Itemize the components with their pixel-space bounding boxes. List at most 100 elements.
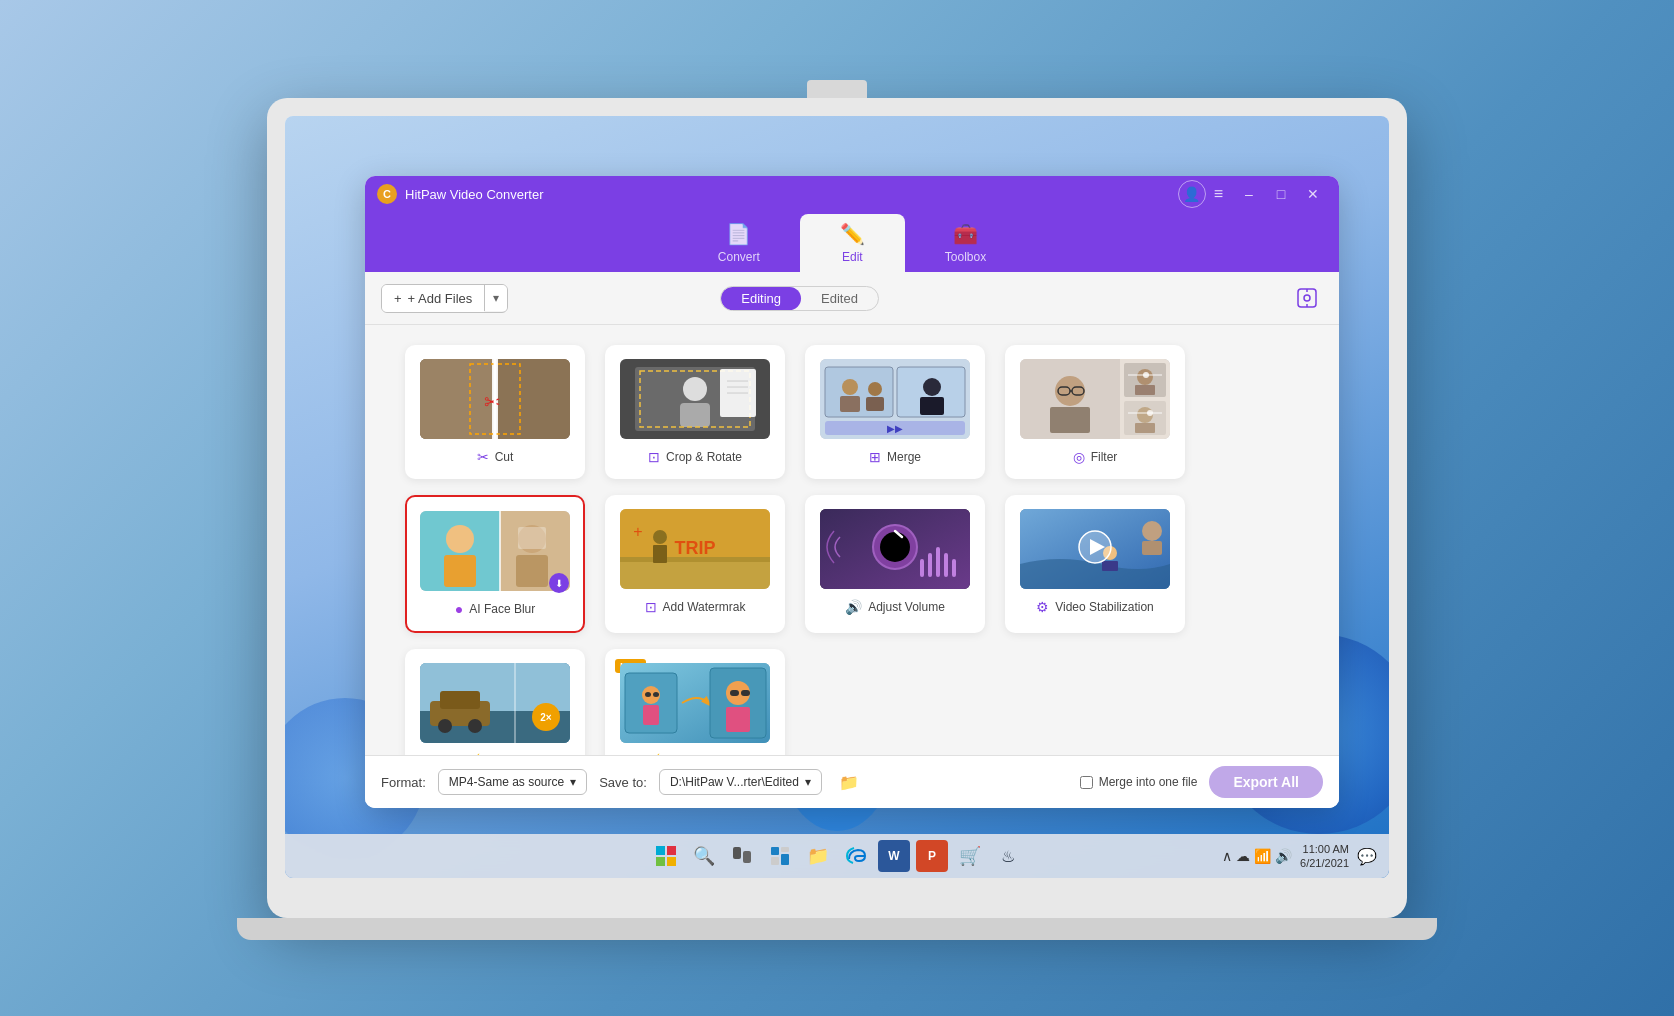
svg-rect-21 (680, 403, 710, 427)
svg-point-10 (1304, 295, 1310, 301)
speed-thumbnail: 2× (420, 663, 570, 743)
add-files-main: + + Add Files (382, 285, 484, 312)
svg-rect-103 (653, 692, 659, 697)
cut-thumbnail: ✂ (420, 359, 570, 439)
svg-point-67 (653, 530, 667, 544)
filter-thumbnail (1020, 359, 1170, 439)
store-button[interactable]: 🛒 (954, 840, 986, 872)
taskbar: 🔍 � (285, 834, 1389, 878)
tool-watermark[interactable]: TRIP + ⊡ Add Watermrak (605, 495, 785, 633)
tab-convert[interactable]: 📄 Convert (678, 214, 800, 272)
menu-icon[interactable]: ≡ (1214, 185, 1223, 203)
edge-button[interactable] (840, 840, 872, 872)
export-all-button[interactable]: Export All (1209, 766, 1323, 798)
merge-checkbox-label[interactable]: Merge into one file (1080, 775, 1198, 789)
folder-browse-button[interactable]: 📁 (834, 767, 864, 797)
tool-cut[interactable]: ✂ ✂ Cut (405, 345, 585, 479)
svg-rect-101 (643, 705, 659, 725)
notification-icon[interactable]: 💬 (1357, 847, 1377, 866)
add-files-label: + Add Files (408, 291, 473, 306)
filter-text: Filter (1091, 450, 1118, 464)
svg-point-87 (1142, 521, 1162, 541)
merge-icon: ⊞ (869, 449, 881, 465)
tool-crop[interactable]: ⊡ Crop & Rotate (605, 345, 785, 479)
powerpoint-button[interactable]: P (916, 840, 948, 872)
nav-tabs: 📄 Convert ✏️ Edit 🧰 Toolbox (365, 212, 1339, 272)
tool-filter[interactable]: ◎ Filter (1005, 345, 1185, 479)
svg-rect-64 (620, 559, 770, 589)
file-explorer-button[interactable]: 📁 (802, 840, 834, 872)
svg-rect-118 (771, 857, 779, 865)
speed-text: Speed (489, 754, 524, 755)
close-button[interactable]: ✕ (1299, 180, 1327, 208)
watermark-label: ⊡ Add Watermrak (645, 599, 746, 615)
svg-rect-119 (781, 854, 789, 865)
svg-rect-114 (733, 847, 741, 859)
svg-rect-84 (1102, 561, 1118, 571)
tray-cloud[interactable]: ☁ (1236, 848, 1250, 864)
word-button[interactable]: W (878, 840, 910, 872)
merge-text: Merge (887, 450, 921, 464)
editing-toggle: Editing Edited (720, 286, 879, 311)
tool-volume[interactable]: 🔊 Adjust Volume (805, 495, 985, 633)
svg-rect-108 (730, 690, 739, 696)
edit-label: Edit (842, 250, 863, 264)
laptop-frame: C HitPaw Video Converter 👤 ≡ – □ ✕ 📄 (267, 98, 1407, 918)
tool-speed[interactable]: 2× ⚡ Speed (405, 649, 585, 755)
svg-rect-50 (1135, 423, 1155, 433)
svg-rect-47 (1135, 385, 1155, 395)
tray-wifi[interactable]: 📶 (1254, 848, 1271, 864)
svg-rect-107 (726, 707, 750, 732)
cut-text: Cut (495, 450, 514, 464)
user-icon[interactable]: 👤 (1178, 180, 1206, 208)
start-button[interactable] (650, 840, 682, 872)
merge-checkbox[interactable] (1080, 776, 1093, 789)
clock[interactable]: 11:00 AM 6/21/2021 (1300, 842, 1349, 871)
svg-rect-109 (741, 690, 750, 696)
widgets-button[interactable] (764, 840, 796, 872)
svg-point-52 (1143, 372, 1149, 378)
volume-icon: 🔊 (845, 599, 862, 615)
svg-point-54 (1147, 410, 1153, 416)
faceblur-icon: ● (455, 601, 463, 617)
svg-rect-31 (840, 396, 860, 412)
format-select[interactable]: MP4-Same as source ▾ (438, 769, 587, 795)
desktop: C HitPaw Video Converter 👤 ≡ – □ ✕ 📄 (285, 116, 1389, 878)
ai-settings-icon[interactable] (1291, 282, 1323, 314)
edited-tab[interactable]: Edited (801, 287, 878, 310)
tools-grid: ✂ ✂ Cut (365, 325, 1339, 755)
laptop-notch (807, 80, 867, 98)
steam-button[interactable]: ♨ (992, 840, 1024, 872)
editing-tab[interactable]: Editing (721, 287, 801, 310)
tool-faceblur[interactable]: ⬇ ● AI Face Blur (405, 495, 585, 633)
svg-point-74 (880, 532, 910, 562)
toolbar: + + Add Files ▾ Editing Edited (365, 272, 1339, 325)
tab-toolbox[interactable]: 🧰 Toolbox (905, 214, 1026, 272)
tool-reframe[interactable]: NEW (605, 649, 785, 755)
tray-volume[interactable]: 🔊 (1275, 848, 1292, 864)
svg-rect-117 (781, 847, 789, 852)
task-view-button[interactable] (726, 840, 758, 872)
add-files-button[interactable]: + + Add Files ▾ (381, 284, 508, 313)
watermark-thumbnail: TRIP + (620, 509, 770, 589)
tool-merge[interactable]: ▶▶ ⊞ Merge (805, 345, 985, 479)
tab-edit[interactable]: ✏️ Edit (800, 214, 905, 272)
search-taskbar-button[interactable]: 🔍 (688, 840, 720, 872)
volume-label: 🔊 Adjust Volume (845, 599, 945, 615)
maximize-button[interactable]: □ (1267, 180, 1295, 208)
taskbar-center: 🔍 � (650, 840, 1024, 872)
svg-rect-61 (518, 527, 546, 549)
save-path[interactable]: D:\HitPaw V...rter\Edited ▾ (659, 769, 822, 795)
save-path-dropdown-icon: ▾ (805, 775, 811, 789)
minimize-button[interactable]: – (1235, 180, 1263, 208)
cut-label: ✂ Cut (477, 449, 514, 465)
tool-stabilize[interactable]: ⚙ Video Stabilization (1005, 495, 1185, 633)
watermark-icon: ⊡ (645, 599, 657, 615)
add-files-dropdown-arrow[interactable]: ▾ (484, 285, 507, 311)
edit-icon: ✏️ (840, 222, 865, 246)
tray-arrow[interactable]: ∧ (1222, 848, 1232, 864)
svg-text:✂: ✂ (484, 391, 501, 413)
title-bar: C HitPaw Video Converter 👤 ≡ – □ ✕ (365, 176, 1339, 212)
watermark-text: Add Watermrak (663, 600, 746, 614)
time-display: 11:00 AM (1300, 842, 1349, 856)
